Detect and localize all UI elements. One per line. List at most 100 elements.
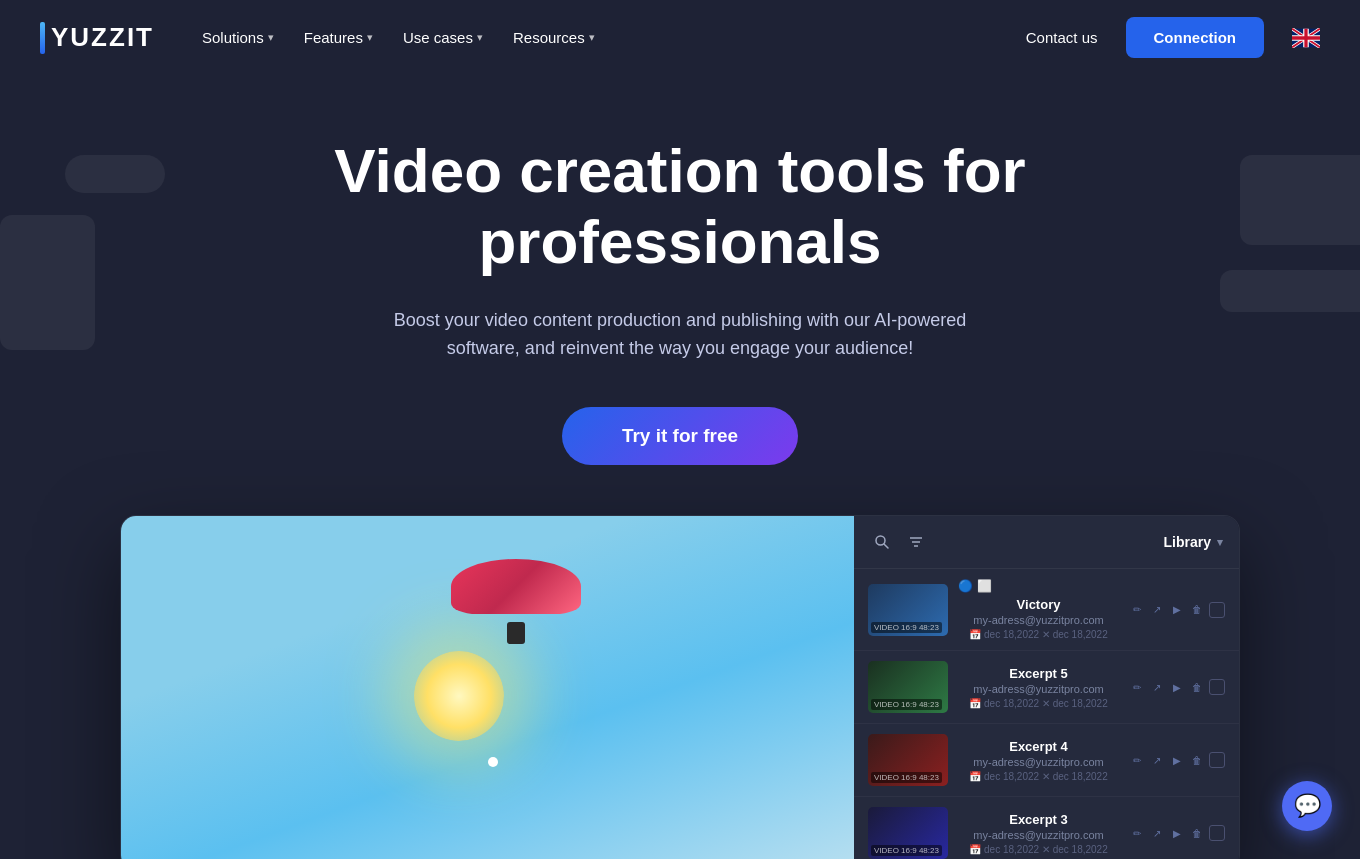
item-info: Excerpt 4 my-adress@yuzzitpro.com 📅 dec … <box>958 739 1119 782</box>
item-checkbox[interactable] <box>1209 752 1225 768</box>
search-icon[interactable] <box>870 530 894 554</box>
item-actions: ✏ ↗ ▶ 🗑 <box>1129 602 1225 618</box>
library-header: Library ▾ <box>854 516 1239 569</box>
item-info: 🔵 ⬜ Victory my-adress@yuzzitpro.com 📅 de… <box>958 579 1119 640</box>
hero-subtitle: Boost your video content production and … <box>370 306 990 364</box>
nav-item-usecases[interactable]: Use cases ▾ <box>391 21 495 54</box>
navbar: YUZZIT Solutions ▾ Features ▾ Use cases … <box>0 0 1360 75</box>
library-header-icons <box>870 530 928 554</box>
item-actions: ✏ ↗ ▶ 🗑 <box>1129 679 1225 695</box>
action-icon[interactable]: 🗑 <box>1189 752 1205 768</box>
item-dates: 📅 dec 18,2022 ✕ dec 18,2022 <box>958 844 1119 855</box>
item-email: my-adress@yuzzitpro.com <box>958 829 1119 841</box>
thumbnail: VIDEO 16:9 48:23 <box>868 584 948 636</box>
deco-shape-left-rect <box>0 215 95 350</box>
action-icon[interactable]: 🗑 <box>1189 825 1205 841</box>
action-icon[interactable]: ✏ <box>1129 679 1145 695</box>
item-dates: 📅 dec 18,2022 ✕ dec 18,2022 <box>958 771 1119 782</box>
svg-point-1 <box>876 536 885 545</box>
action-icon[interactable]: ✏ <box>1129 752 1145 768</box>
nav-item-resources[interactable]: Resources ▾ <box>501 21 607 54</box>
nav-menu: Solutions ▾ Features ▾ Use cases ▾ Resou… <box>190 21 607 54</box>
nav-item-features[interactable]: Features ▾ <box>292 21 385 54</box>
nav-solutions-label: Solutions <box>202 29 264 46</box>
deco-shape-right-pill <box>1220 270 1360 312</box>
item-title: Excerpt 3 <box>958 812 1119 827</box>
item-title: Victory <box>958 597 1119 612</box>
item-email: my-adress@yuzzitpro.com <box>958 683 1119 695</box>
item-icons-top: 🔵 ⬜ <box>958 579 1119 593</box>
item-dates: 📅 dec 18,2022 ✕ dec 18,2022 <box>958 698 1119 709</box>
deco-shape-top-right <box>1240 155 1360 245</box>
item-title: Excerpt 5 <box>958 666 1119 681</box>
logo-bar-icon <box>40 22 45 54</box>
chat-icon: 💬 <box>1294 793 1321 819</box>
thumbnail: VIDEO 16:9 48:23 <box>868 661 948 713</box>
nav-left: YUZZIT Solutions ▾ Features ▾ Use cases … <box>40 21 607 54</box>
language-flag[interactable] <box>1292 28 1320 48</box>
logo[interactable]: YUZZIT <box>40 22 154 54</box>
action-icon[interactable]: ▶ <box>1169 825 1185 841</box>
hero-section: Video creation tools for professionals B… <box>0 75 1360 859</box>
action-icon[interactable]: ↗ <box>1149 679 1165 695</box>
thumb-tag: VIDEO 16:9 48:23 <box>871 845 942 856</box>
action-icon[interactable]: 🗑 <box>1189 679 1205 695</box>
action-icon[interactable]: ✏ <box>1129 825 1145 841</box>
deco-shape-top-left <box>65 155 165 193</box>
library-items-list: VIDEO 16:9 48:23 🔵 ⬜ Victory my-adress@y… <box>854 569 1239 859</box>
chevron-down-icon: ▾ <box>589 31 595 44</box>
nav-usecases-label: Use cases <box>403 29 473 46</box>
item-email: my-adress@yuzzitpro.com <box>958 756 1119 768</box>
list-item[interactable]: VIDEO 16:9 48:23 Excerpt 4 my-adress@yuz… <box>854 724 1239 797</box>
cta-button[interactable]: Try it for free <box>562 407 798 465</box>
item-actions: ✏ ↗ ▶ 🗑 <box>1129 825 1225 841</box>
action-icon[interactable]: ▶ <box>1169 602 1185 618</box>
nav-item-solutions[interactable]: Solutions ▾ <box>190 21 286 54</box>
paraglider-decoration <box>451 559 581 614</box>
library-chevron-icon: ▾ <box>1217 536 1223 549</box>
nav-resources-label: Resources <box>513 29 585 46</box>
svg-line-2 <box>884 544 888 548</box>
library-text: Library <box>1164 534 1211 550</box>
action-icon[interactable]: ↗ <box>1149 602 1165 618</box>
item-icon-2: ⬜ <box>977 579 992 593</box>
video-preview-area <box>121 516 854 859</box>
action-icon[interactable]: ↗ <box>1149 825 1165 841</box>
item-checkbox[interactable] <box>1209 602 1225 618</box>
action-icon[interactable]: ✏ <box>1129 602 1145 618</box>
hero-title: Video creation tools for professionals <box>290 135 1070 278</box>
product-preview: Library ▾ VIDEO 16:9 48:23 🔵 ⬜ Vict <box>120 515 1240 859</box>
item-dates: 📅 dec 18,2022 ✕ dec 18,2022 <box>958 629 1119 640</box>
para-harness <box>507 622 525 644</box>
nav-right: Contact us Connection <box>1026 17 1320 58</box>
connection-button[interactable]: Connection <box>1126 17 1265 58</box>
list-item[interactable]: VIDEO 16:9 48:23 Excerpt 5 my-adress@yuz… <box>854 651 1239 724</box>
action-icon[interactable]: ▶ <box>1169 752 1185 768</box>
item-checkbox[interactable] <box>1209 825 1225 841</box>
dot-marker <box>488 757 498 767</box>
action-icon[interactable]: ↗ <box>1149 752 1165 768</box>
chat-bubble-button[interactable]: 💬 <box>1282 781 1332 831</box>
item-title: Excerpt 4 <box>958 739 1119 754</box>
action-icon[interactable]: 🗑 <box>1189 602 1205 618</box>
item-checkbox[interactable] <box>1209 679 1225 695</box>
item-actions: ✏ ↗ ▶ 🗑 <box>1129 752 1225 768</box>
thumb-tag: VIDEO 16:9 48:23 <box>871 699 942 710</box>
item-info: Excerpt 3 my-adress@yuzzitpro.com 📅 dec … <box>958 812 1119 855</box>
chevron-down-icon: ▾ <box>268 31 274 44</box>
list-item[interactable]: VIDEO 16:9 48:23 Excerpt 3 my-adress@yuz… <box>854 797 1239 859</box>
list-item[interactable]: VIDEO 16:9 48:23 🔵 ⬜ Victory my-adress@y… <box>854 569 1239 651</box>
action-icon[interactable]: ▶ <box>1169 679 1185 695</box>
thumb-tag: VIDEO 16:9 48:23 <box>871 772 942 783</box>
sun-decoration <box>414 651 504 741</box>
library-label: Library ▾ <box>1164 534 1223 550</box>
item-email: my-adress@yuzzitpro.com <box>958 614 1119 626</box>
thumbnail: VIDEO 16:9 48:23 <box>868 734 948 786</box>
thumb-tag: VIDEO 16:9 48:23 <box>871 622 942 633</box>
contact-link[interactable]: Contact us <box>1026 29 1098 46</box>
chevron-down-icon: ▾ <box>477 31 483 44</box>
item-info: Excerpt 5 my-adress@yuzzitpro.com 📅 dec … <box>958 666 1119 709</box>
library-panel: Library ▾ VIDEO 16:9 48:23 🔵 ⬜ Vict <box>854 516 1239 859</box>
filter-icon[interactable] <box>904 530 928 554</box>
nav-features-label: Features <box>304 29 363 46</box>
